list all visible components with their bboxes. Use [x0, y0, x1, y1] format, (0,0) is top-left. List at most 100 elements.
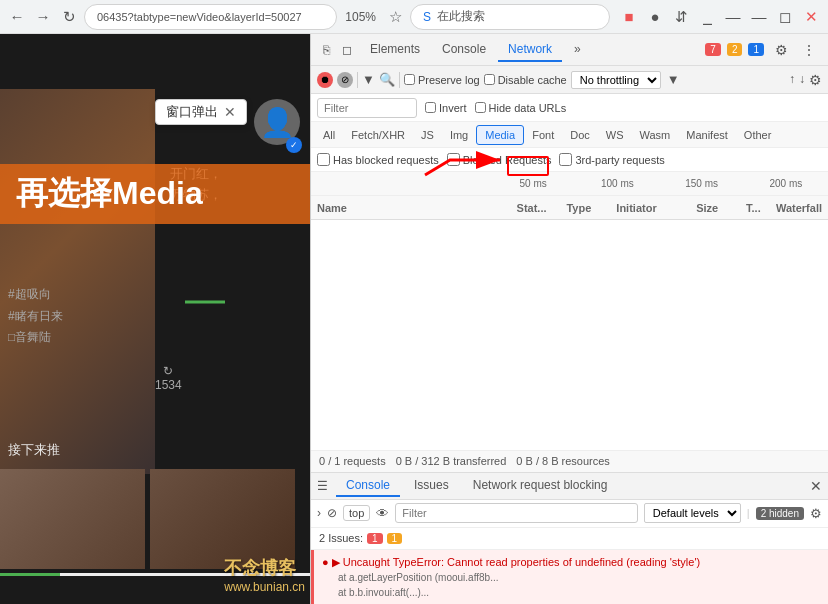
- type-tab-all[interactable]: All: [315, 126, 343, 144]
- invert-checkbox[interactable]: Invert: [425, 102, 467, 114]
- thumb2: [150, 469, 295, 569]
- filter-toggle-icon[interactable]: ▼: [362, 72, 375, 87]
- hide-data-urls-input[interactable]: [475, 102, 486, 113]
- type-tab-doc[interactable]: Doc: [562, 126, 598, 144]
- tab-console[interactable]: Console: [432, 38, 496, 62]
- devtools-panel: ⎘ ◻ Elements Console Network » 7 2 1 ⚙ ⋮: [310, 34, 828, 604]
- hashtag2: #睹有日来: [8, 306, 302, 328]
- inspect-icon[interactable]: ⎘: [319, 43, 334, 57]
- type-tab-manifest[interactable]: Manifest: [678, 126, 736, 144]
- top-dropdown[interactable]: top: [343, 505, 370, 521]
- tab-more[interactable]: »: [564, 38, 591, 62]
- disable-cache-input[interactable]: [484, 74, 495, 85]
- level-select[interactable]: Default levels: [644, 503, 741, 523]
- forward-icon[interactable]: →: [32, 6, 54, 28]
- tl-50ms: 50 ms: [491, 178, 575, 189]
- next-label: 接下来推: [8, 441, 60, 459]
- preserve-log-checkbox[interactable]: Preserve log: [404, 74, 480, 86]
- popup-label: 窗口弹出: [166, 103, 218, 121]
- has-blocked-input[interactable]: [317, 153, 330, 166]
- third-party-label: 3rd-party requests: [575, 154, 664, 166]
- network-col-header: Name Stat... Type Initiator Size T... Wa…: [311, 196, 828, 220]
- throttle-select[interactable]: No throttling: [571, 71, 661, 89]
- disable-cache-checkbox[interactable]: Disable cache: [484, 74, 567, 86]
- tab-elements[interactable]: Elements: [360, 38, 430, 62]
- back-icon[interactable]: ←: [6, 6, 28, 28]
- extension-icon2[interactable]: ●: [644, 6, 666, 28]
- col-waterfall: Waterfall: [776, 202, 822, 214]
- address-bar[interactable]: 06435?tabtype=newVideo&layerId=50027: [84, 4, 337, 30]
- invert-input[interactable]: [425, 102, 436, 113]
- window-close-icon[interactable]: ✕: [800, 6, 822, 28]
- preserve-log-label: Preserve log: [418, 74, 480, 86]
- type-tab-media[interactable]: Media: [476, 125, 524, 145]
- tl-150ms: 150 ms: [660, 178, 744, 189]
- tl-200ms: 200 ms: [744, 178, 828, 189]
- minimize-icon[interactable]: ―: [748, 6, 770, 28]
- has-blocked-checkbox[interactable]: Has blocked requests: [317, 153, 439, 166]
- search-icon[interactable]: 🔍: [379, 72, 395, 87]
- network-blocking-tab[interactable]: Network request blocking: [463, 475, 618, 497]
- col-name: Name: [317, 202, 517, 214]
- clear-button[interactable]: ⊘: [337, 72, 353, 88]
- search-box[interactable]: S 在此搜索: [410, 4, 610, 30]
- issues-tab[interactable]: Issues: [404, 475, 459, 497]
- watermark-text2: www.bunian.cn: [224, 580, 305, 594]
- settings-icon[interactable]: ⚙: [770, 39, 792, 61]
- share-icon: ↻: [163, 364, 173, 378]
- maximize-icon[interactable]: ◻: [774, 6, 796, 28]
- extension-icon1[interactable]: ■: [618, 6, 640, 28]
- hide-data-urls-checkbox[interactable]: Hide data URLs: [475, 102, 567, 114]
- col-status: Stat...: [517, 202, 567, 214]
- blocked-requests-input[interactable]: [447, 153, 460, 166]
- type-tab-fetch[interactable]: Fetch/XHR: [343, 126, 413, 144]
- extension-icon3[interactable]: ⇵: [670, 6, 692, 28]
- download-icon[interactable]: ↓: [799, 72, 805, 88]
- eye-icon[interactable]: 👁: [376, 506, 389, 521]
- error-sub2: at b.b.invoui:aft(...)...: [322, 585, 820, 600]
- share-area: ↻ 1534: [155, 364, 182, 392]
- console-bar: ☰ Console Issues Network request blockin…: [311, 472, 828, 500]
- network-right-icons: ↑ ↓ ⚙: [789, 72, 822, 88]
- type-tab-font[interactable]: Font: [524, 126, 562, 144]
- type-tab-other[interactable]: Other: [736, 126, 780, 144]
- devtools-tabs-bar: ⎘ ◻ Elements Console Network » 7 2 1 ⚙ ⋮: [311, 34, 828, 66]
- filter-input[interactable]: [317, 98, 417, 118]
- third-party-input[interactable]: [559, 153, 572, 166]
- console-filter-input[interactable]: [395, 503, 637, 523]
- extension-icon4[interactable]: ⎯: [696, 6, 718, 28]
- console-settings-icon[interactable]: ⚙: [810, 506, 822, 521]
- network-toolbar: ⏺ ⊘ ▼ 🔍 Preserve log Disable cache No th…: [311, 66, 828, 94]
- hashtag1: #超吸向: [8, 284, 302, 306]
- console-close-button[interactable]: ✕: [810, 478, 822, 494]
- nav-bar: ← → ↻ 06435?tabtype=newVideo&layerId=500…: [0, 0, 828, 34]
- annotation-text: 再选择Media: [16, 175, 203, 211]
- refresh-icon[interactable]: ↻: [58, 6, 80, 28]
- console-tab[interactable]: Console: [336, 475, 400, 497]
- type-tab-ws[interactable]: WS: [598, 126, 632, 144]
- device-icon[interactable]: ◻: [340, 43, 354, 57]
- timeline-header: 50 ms 100 ms 150 ms 200 ms: [311, 172, 828, 196]
- throttle-down-icon[interactable]: ▼: [667, 72, 680, 87]
- console-toggle-icon[interactable]: ☰: [317, 479, 328, 493]
- third-party-checkbox[interactable]: 3rd-party requests: [559, 153, 664, 166]
- record-button[interactable]: ⏺: [317, 72, 333, 88]
- type-tab-js[interactable]: JS: [413, 126, 442, 144]
- preserve-log-input[interactable]: [404, 74, 415, 85]
- tab-network[interactable]: Network: [498, 38, 562, 62]
- extension-icon5[interactable]: —: [722, 6, 744, 28]
- devtools-action-icons: 7 2 1 ⚙ ⋮: [705, 39, 820, 61]
- more-icon[interactable]: ⋮: [798, 39, 820, 61]
- type-tab-wasm[interactable]: Wasm: [632, 126, 679, 144]
- settings2-icon[interactable]: ⚙: [809, 72, 822, 88]
- hidden-badge: 2 hidden: [756, 507, 804, 520]
- bookmark-icon[interactable]: ☆: [384, 6, 406, 28]
- blocked-requests-checkbox[interactable]: Blocked Requests: [447, 153, 552, 166]
- console-stop-icon[interactable]: ⊘: [327, 506, 337, 520]
- upload-icon[interactable]: ↑: [789, 72, 795, 88]
- type-tab-img[interactable]: Img: [442, 126, 476, 144]
- resources-label: 0 B / 8 B resources: [516, 455, 610, 467]
- person-silhouette: [0, 89, 155, 474]
- popup-close-button[interactable]: ✕: [224, 104, 236, 120]
- requests-status-bar: 0 / 1 requests 0 B / 312 B transferred 0…: [311, 450, 828, 472]
